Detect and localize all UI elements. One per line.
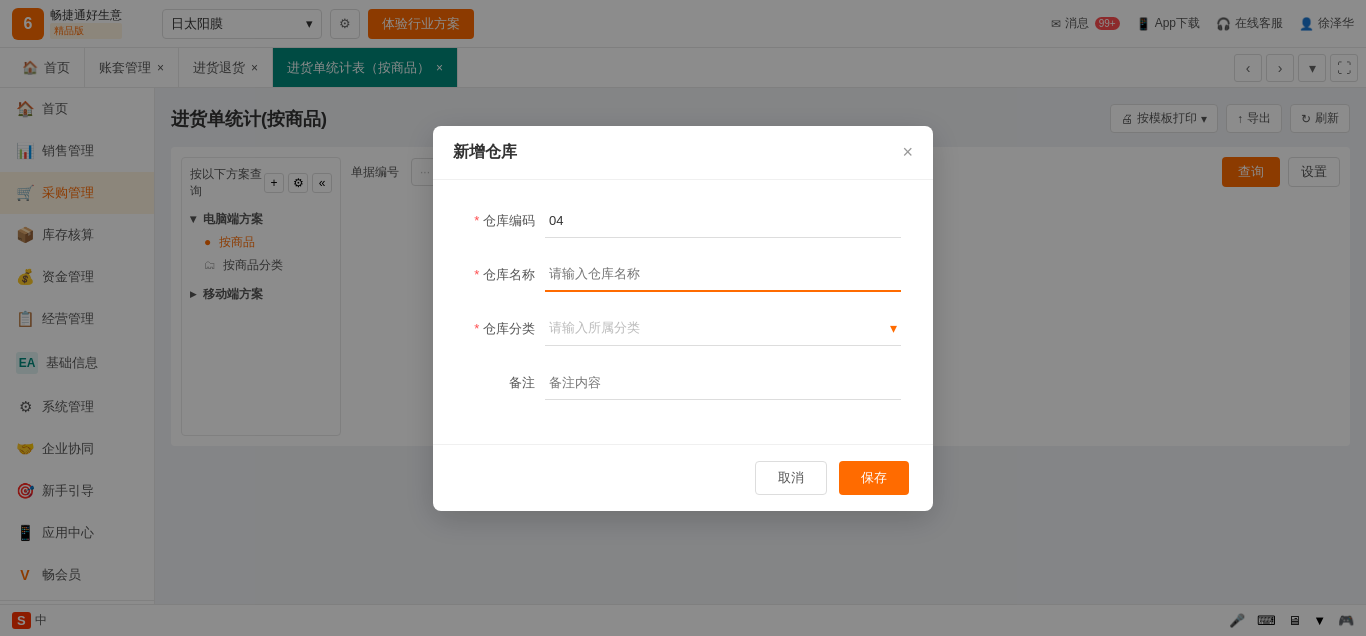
note-field-row: 备注 (465, 366, 901, 400)
code-input[interactable] (545, 204, 901, 238)
modal-header: 新增仓库 × (433, 126, 933, 180)
category-arrow-icon: ▾ (890, 320, 897, 336)
name-input[interactable] (545, 258, 901, 292)
new-warehouse-modal: 新增仓库 × 仓库编码 仓库名称 仓库分类 请输入所属分类 ▾ (433, 126, 933, 511)
name-label: 仓库名称 (465, 266, 545, 284)
save-button[interactable]: 保存 (839, 461, 909, 495)
cancel-button[interactable]: 取消 (755, 461, 827, 495)
note-label: 备注 (465, 374, 545, 392)
category-label: 仓库分类 (465, 320, 545, 338)
modal-overlay[interactable]: 新增仓库 × 仓库编码 仓库名称 仓库分类 请输入所属分类 ▾ (0, 0, 1366, 636)
modal-title: 新增仓库 (453, 142, 517, 163)
code-field-row: 仓库编码 (465, 204, 901, 238)
modal-body: 仓库编码 仓库名称 仓库分类 请输入所属分类 ▾ 备注 (433, 180, 933, 444)
name-field-row: 仓库名称 (465, 258, 901, 292)
modal-close-button[interactable]: × (902, 143, 913, 161)
category-placeholder: 请输入所属分类 (545, 319, 890, 337)
note-input[interactable] (545, 366, 901, 400)
category-select[interactable]: 请输入所属分类 ▾ (545, 312, 901, 346)
modal-footer: 取消 保存 (433, 444, 933, 511)
category-field-row: 仓库分类 请输入所属分类 ▾ (465, 312, 901, 346)
code-label: 仓库编码 (465, 212, 545, 230)
